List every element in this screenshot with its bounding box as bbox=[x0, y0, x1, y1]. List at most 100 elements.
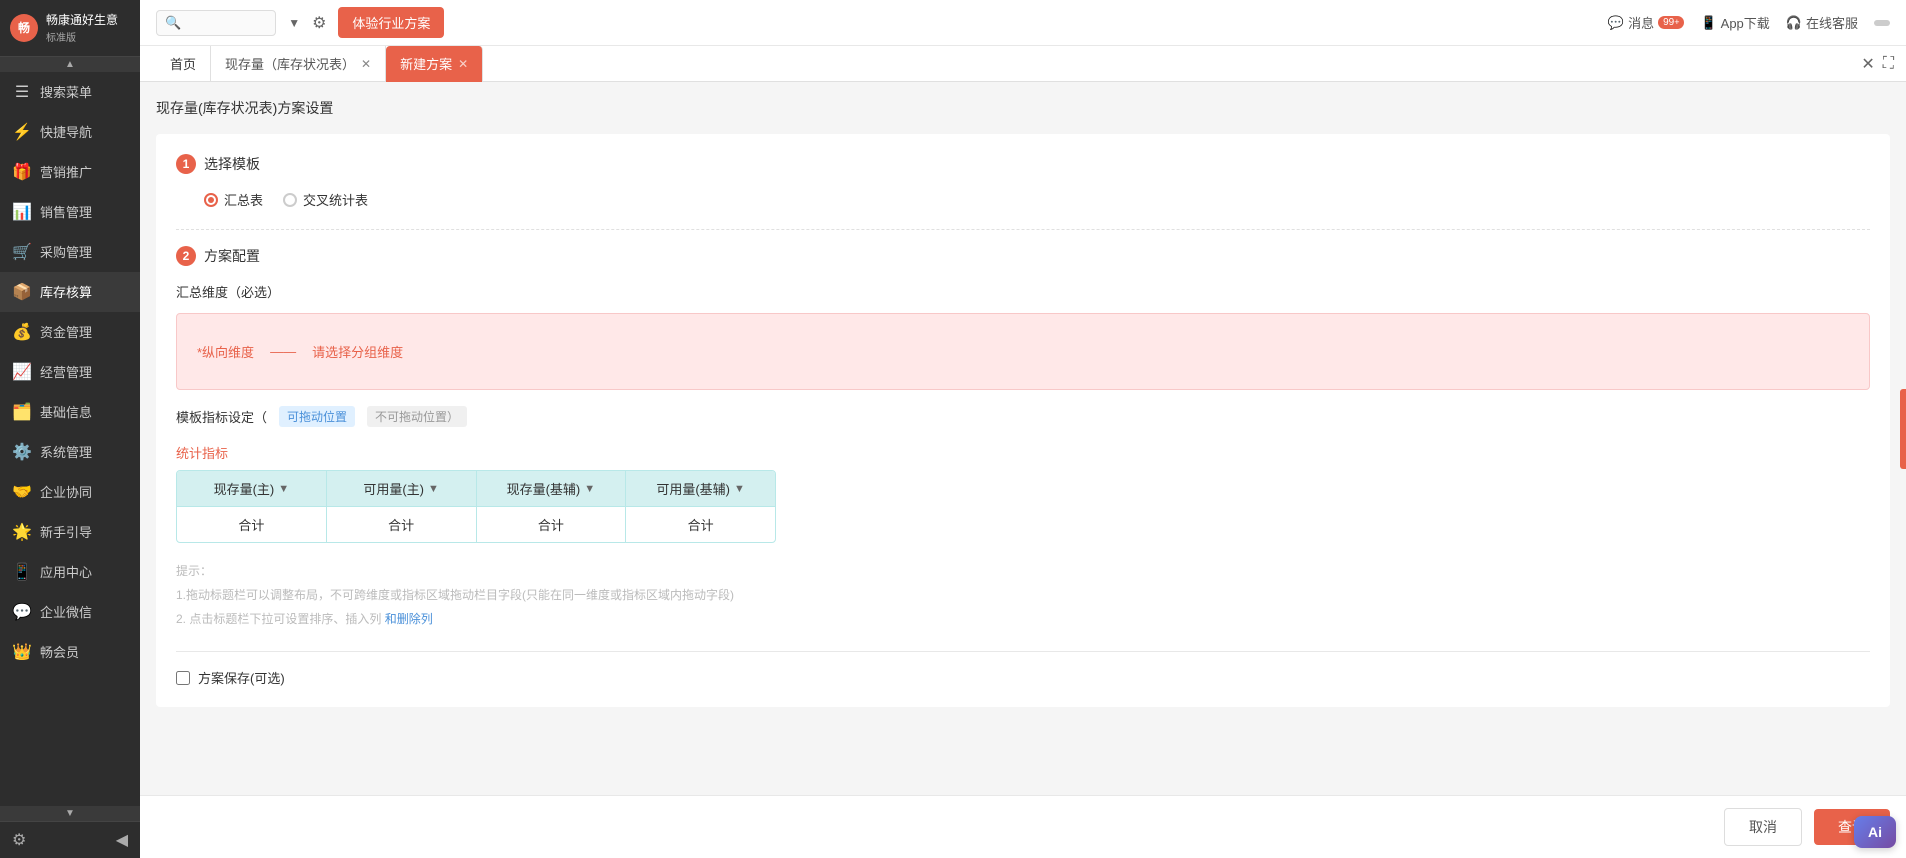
search-input[interactable] bbox=[187, 16, 267, 30]
sidebar-scroll-up[interactable]: ▲ bbox=[0, 57, 140, 72]
quick-nav-icon: ⚡ bbox=[12, 122, 32, 142]
sidebar-item-sales[interactable]: 📊 销售管理 bbox=[0, 192, 140, 232]
ai-button[interactable]: Ai bbox=[1854, 816, 1896, 848]
sidebar-nav: ☰ 搜索菜单 ⚡ 快捷导航 🎁 营销推广 📊 销售管理 🛒 采购管理 📦 库存核… bbox=[0, 72, 140, 806]
cancel-button[interactable]: 取消 bbox=[1724, 808, 1802, 846]
sidebar-item-management[interactable]: 📈 经营管理 bbox=[0, 352, 140, 392]
online-service-button[interactable]: 🎧 在线客服 bbox=[1786, 13, 1858, 32]
stats-cell-0: 合计 bbox=[177, 507, 327, 542]
template-cross-radio[interactable] bbox=[283, 193, 297, 207]
app-center-icon: 📱 bbox=[12, 562, 32, 582]
template-summary-radio[interactable] bbox=[204, 193, 218, 207]
stats-col-3-dropdown[interactable]: ▼ bbox=[734, 483, 745, 495]
dimension-required-mark: *纵向维度 bbox=[197, 342, 254, 361]
sidebar-footer: ⚙ ◀ bbox=[0, 821, 140, 858]
sidebar-item-purchase[interactable]: 🛒 采购管理 bbox=[0, 232, 140, 272]
sidebar-item-label: 畅会员 bbox=[40, 642, 79, 661]
basic-info-icon: 🗂️ bbox=[12, 402, 32, 422]
management-icon: 📈 bbox=[12, 362, 32, 382]
tips-section: 提示： 1.拖动标题栏可以调整布局，不可跨维度或指标区域拖动栏目字段(只能在同一… bbox=[176, 559, 1870, 631]
stats-cell-2: 合计 bbox=[477, 507, 627, 542]
window-expand-icon[interactable]: ⛶ bbox=[1883, 55, 1894, 73]
tab-inventory-close[interactable]: ✕ bbox=[361, 57, 371, 71]
sidebar-item-basic-info[interactable]: 🗂️ 基础信息 bbox=[0, 392, 140, 432]
step1-divider bbox=[176, 229, 1870, 230]
settings-card: 1 选择模板 汇总表 交叉统计表 2 方案配置 汇总维度（必选） bbox=[156, 134, 1890, 707]
tips-item-1: 1.拖动标题栏可以调整布局，不可跨维度或指标区域拖动栏目字段(只能在同一维度或指… bbox=[176, 583, 1870, 607]
collapse-icon[interactable]: ◀ bbox=[116, 830, 128, 850]
sidebar-item-label: 系统管理 bbox=[40, 442, 92, 461]
headset-icon: 🎧 bbox=[1786, 15, 1802, 31]
user-avatar[interactable] bbox=[1874, 20, 1890, 26]
phone-icon: 📱 bbox=[1700, 15, 1716, 31]
sidebar-item-guide[interactable]: 🌟 新手引导 bbox=[0, 512, 140, 552]
indicator-tag-fixed: 不可拖动位置） bbox=[367, 406, 467, 427]
step1-badge: 1 bbox=[176, 154, 196, 174]
stats-table-row: 合计 合计 合计 合计 bbox=[177, 506, 775, 542]
dimension-area[interactable]: *纵向维度 —— 请选择分组维度 bbox=[176, 313, 1870, 390]
tab-new-plan[interactable]: 新建方案 ✕ bbox=[386, 46, 483, 82]
message-button[interactable]: 💬 消息 99+ bbox=[1608, 13, 1685, 32]
sidebar-item-marketing[interactable]: 🎁 营销推广 bbox=[0, 152, 140, 192]
sidebar-item-label: 销售管理 bbox=[40, 202, 92, 221]
step2-title: 方案配置 bbox=[204, 246, 260, 266]
stats-col-1-dropdown[interactable]: ▼ bbox=[428, 483, 439, 495]
search-box[interactable]: 🔍 bbox=[156, 10, 276, 36]
stats-col-2-dropdown[interactable]: ▼ bbox=[584, 483, 595, 495]
sidebar-item-finance[interactable]: 💰 资金管理 bbox=[0, 312, 140, 352]
trial-industry-button[interactable]: 体验行业方案 bbox=[338, 7, 444, 38]
search-icon: 🔍 bbox=[165, 15, 181, 31]
step2-badge: 2 bbox=[176, 246, 196, 266]
sidebar-item-vip[interactable]: 👑 畅会员 bbox=[0, 632, 140, 672]
sales-icon: 📊 bbox=[12, 202, 32, 222]
sidebar-scroll-down[interactable]: ▼ bbox=[0, 806, 140, 821]
sidebar-item-system[interactable]: ⚙️ 系统管理 bbox=[0, 432, 140, 472]
cooperation-icon: 🤝 bbox=[12, 482, 32, 502]
tab-inventory-label: 现存量（库存状况表） bbox=[225, 54, 355, 73]
step2-header: 2 方案配置 bbox=[176, 246, 1870, 266]
app-download-button[interactable]: 📱 App下载 bbox=[1700, 13, 1769, 32]
app-logo-icon: 畅 bbox=[10, 14, 38, 42]
template-summary-option[interactable]: 汇总表 bbox=[204, 190, 263, 209]
right-scroll-handle[interactable] bbox=[1900, 389, 1906, 469]
sidebar-item-quick-nav[interactable]: ⚡ 快捷导航 bbox=[0, 112, 140, 152]
sidebar-item-cooperation[interactable]: 🤝 企业协同 bbox=[0, 472, 140, 512]
topbar: 🔍 ▼ ⚙ 体验行业方案 💬 消息 99+ 📱 App下载 🎧 在线客服 bbox=[140, 0, 1906, 46]
indicator-tag-movable: 可拖动位置 bbox=[279, 406, 355, 427]
inventory-icon: 📦 bbox=[12, 282, 32, 302]
topbar-dropdown-icon[interactable]: ▼ bbox=[288, 16, 300, 30]
tab-home[interactable]: 首页 bbox=[156, 46, 211, 82]
content-area: 现存量(库存状况表)方案设置 1 选择模板 汇总表 交叉统计表 2 bbox=[140, 82, 1906, 795]
step1-title: 选择模板 bbox=[204, 154, 260, 174]
vip-icon: 👑 bbox=[12, 642, 32, 662]
sidebar-item-inventory[interactable]: 📦 库存核算 bbox=[0, 272, 140, 312]
sidebar-item-search[interactable]: ☰ 搜索菜单 bbox=[0, 72, 140, 112]
template-cross-option[interactable]: 交叉统计表 bbox=[283, 190, 368, 209]
sidebar-item-label: 快捷导航 bbox=[40, 122, 92, 141]
dimension-placeholder: 请选择分组维度 bbox=[312, 342, 403, 361]
stats-col-2: 现存量(基辅) ▼ bbox=[477, 471, 627, 506]
window-close-icon[interactable]: ✕ bbox=[1861, 54, 1874, 74]
sidebar-item-wechat[interactable]: 💬 企业微信 bbox=[0, 592, 140, 632]
topbar-gear-icon[interactable]: ⚙ bbox=[312, 13, 326, 33]
step1-header: 1 选择模板 bbox=[176, 154, 1870, 174]
search-menu-icon: ☰ bbox=[12, 82, 32, 102]
save-checkbox[interactable] bbox=[176, 671, 190, 685]
save-option: 方案保存(可选) bbox=[176, 651, 1870, 687]
indicator-settings-label: 模板指标设定（ bbox=[176, 407, 267, 426]
message-label: 消息 bbox=[1628, 13, 1654, 32]
purchase-icon: 🛒 bbox=[12, 242, 32, 262]
sidebar-item-label: 应用中心 bbox=[40, 562, 92, 581]
sidebar: 畅 畅康通好生意 标准版 ▲ ☰ 搜索菜单 ⚡ 快捷导航 🎁 营销推广 📊 销售… bbox=[0, 0, 140, 858]
sidebar-item-label: 库存核算 bbox=[40, 282, 92, 301]
sidebar-item-app-center[interactable]: 📱 应用中心 bbox=[0, 552, 140, 592]
sidebar-item-label: 企业协同 bbox=[40, 482, 92, 501]
guide-icon: 🌟 bbox=[12, 522, 32, 542]
sidebar-item-label: 采购管理 bbox=[40, 242, 92, 261]
tab-inventory-status[interactable]: 现存量（库存状况表） ✕ bbox=[211, 46, 386, 82]
stats-section-label: 统计指标 bbox=[176, 443, 1870, 462]
stats-col-0-dropdown[interactable]: ▼ bbox=[278, 483, 289, 495]
app-name: 畅康通好生意 bbox=[46, 12, 118, 29]
tab-new-plan-close[interactable]: ✕ bbox=[458, 57, 468, 71]
settings-icon[interactable]: ⚙ bbox=[12, 830, 26, 850]
